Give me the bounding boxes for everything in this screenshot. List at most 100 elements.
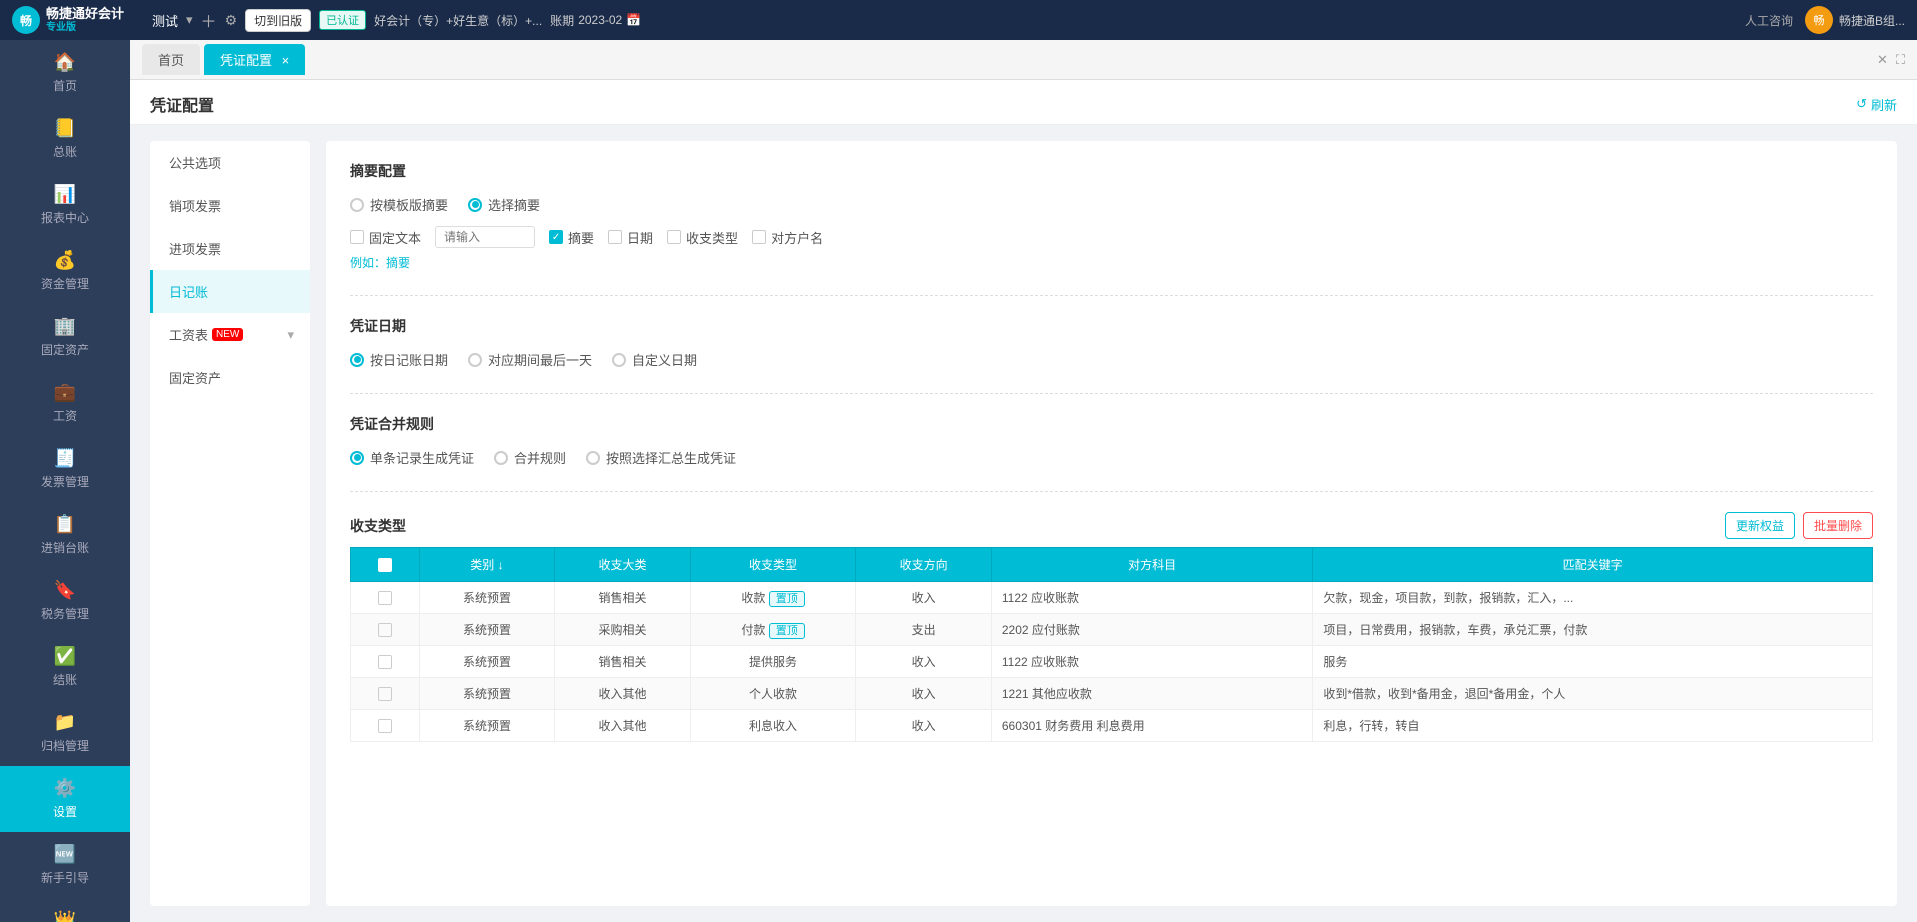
sidebar-item-guide[interactable]: 🆕 新手引导 — [0, 832, 130, 898]
row-direction-4: 收入 — [856, 678, 992, 710]
config-menu-payroll[interactable]: 工资表 NEW ▾ — [150, 313, 310, 356]
row-direction-1: 收入 — [856, 582, 992, 614]
add-icon[interactable]: ＋ — [201, 8, 217, 32]
col-checkbox[interactable] — [351, 548, 420, 582]
col-direction: 收支方向 — [856, 548, 992, 582]
row-category-3: 系统预置 — [419, 646, 555, 678]
config-left-menu: 公共选项 销项发票 进项发票 日记账 工资表 NEW ▾ 固定资产 — [150, 141, 310, 906]
row-checkbox-4[interactable] — [351, 678, 420, 710]
voucher-date-section: 凭证日期 按日记账日期 对应期间最后一天 — [350, 316, 1873, 369]
row-keywords-2: 项目，日常费用，报销款，车费，承兑汇票，付款 — [1313, 614, 1873, 646]
username: 畅捷通B组... — [1839, 12, 1905, 29]
config-menu-public[interactable]: 公共选项 — [150, 141, 310, 184]
window-expand-icon[interactable]: ⛶ — [1896, 52, 1905, 68]
sidebar-label-asset: 固定资产 — [41, 341, 89, 358]
col-type: 收支类型 — [690, 548, 856, 582]
top-tag-1[interactable]: 置顶 — [769, 591, 805, 607]
date-radio-custom[interactable]: 自定义日期 — [612, 350, 697, 369]
calendar-icon[interactable]: 📅 — [626, 13, 641, 27]
merge-rules-radio-group: 单条记录生成凭证 合并规则 按照选择汇总生成凭证 — [350, 448, 1873, 467]
radio-circle-single — [350, 451, 364, 465]
row-direction-2: 支出 — [856, 614, 992, 646]
sidebar: 🏠 首页 📒 总账 📊 报表中心 💰 资金管理 🏢 固定资产 💼 工资 🧾 发票… — [0, 40, 130, 922]
avatar: 畅 — [1805, 6, 1833, 34]
table-row: 系统预置 销售相关 收款 置顶 收入 1122 应收账款 欠款，现金，项目款，到… — [351, 582, 1873, 614]
sidebar-item-invoice[interactable]: 🧾 发票管理 — [0, 436, 130, 502]
row-checkbox-2[interactable] — [351, 614, 420, 646]
config-menu-fixed-asset[interactable]: 固定资产 — [150, 356, 310, 399]
sidebar-label-settle: 结账 — [53, 671, 77, 688]
checkbox-box-counterpart — [752, 230, 766, 244]
checkbox-fixed-text[interactable]: 固定文本 — [350, 228, 421, 247]
payroll-arrow-icon: ▾ — [287, 327, 294, 343]
switch-version-button[interactable]: 切到旧版 — [245, 9, 311, 32]
sidebar-item-asset[interactable]: 🏢 固定资产 — [0, 304, 130, 370]
row-type-3: 提供服务 — [690, 646, 856, 678]
user-info: 畅 畅捷通B组... — [1805, 6, 1905, 34]
asset-icon: 🏢 — [54, 316, 76, 337]
checkbox-counterpart[interactable]: 对方户名 — [752, 228, 823, 247]
sidebar-item-salary[interactable]: 💼 工资 — [0, 370, 130, 436]
checkbox-summary[interactable]: ✓ 摘要 — [549, 228, 594, 247]
checkbox-date[interactable]: 日期 — [608, 228, 653, 247]
top-bar: 畅 畅捷通好会计 专业版 测试 ▾ ＋ ⚙ 切到旧版 已认证 好会计（专）+好生… — [0, 0, 1917, 40]
sidebar-item-settings[interactable]: ⚙️ 设置 — [0, 766, 130, 832]
checkbox-type[interactable]: 收支类型 — [667, 228, 738, 247]
radio-circle-select — [468, 198, 482, 212]
window-close-icon[interactable]: ✕ — [1877, 52, 1888, 68]
sidebar-item-settle[interactable]: ✅ 结账 — [0, 634, 130, 700]
batch-delete-button[interactable]: 批量删除 — [1803, 512, 1873, 539]
date-radio-journal[interactable]: 按日记账日期 — [350, 350, 448, 369]
merge-radio-summary[interactable]: 按照选择汇总生成凭证 — [586, 448, 736, 467]
config-menu-journal[interactable]: 日记账 — [150, 270, 310, 313]
tab-voucher-config[interactable]: 凭证配置 × — [204, 44, 305, 75]
row-major-1: 销售相关 — [555, 582, 691, 614]
product-tags: 好会计（专）+好生意（标）+... — [374, 12, 542, 29]
tab-home[interactable]: 首页 — [142, 44, 200, 75]
row-checkbox-5[interactable] — [351, 710, 420, 742]
row-account-5: 660301 财务费用 利息费用 — [991, 710, 1312, 742]
top-right: 人工咨询 畅 畅捷通B组... — [1745, 6, 1905, 34]
refresh-button[interactable]: ↺ 刷新 — [1856, 95, 1897, 114]
sidebar-item-archive[interactable]: 📁 归档管理 — [0, 700, 130, 766]
top-tag-2[interactable]: 置顶 — [769, 623, 805, 639]
select-all-checkbox[interactable] — [378, 558, 392, 572]
sidebar-item-home[interactable]: 🏠 首页 — [0, 40, 130, 106]
update-button[interactable]: 更新权益 — [1725, 512, 1795, 539]
summary-checkbox-row: 固定文本 ✓ 摘要 日期 — [350, 226, 1873, 248]
summary-radio-select[interactable]: 选择摘要 — [468, 195, 540, 214]
merge-radio-single[interactable]: 单条记录生成凭证 — [350, 448, 474, 467]
summary-radio-template[interactable]: 按模板版摘要 — [350, 195, 448, 214]
voucher-date-radio-group: 按日记账日期 对应期间最后一天 自定义日期 — [350, 350, 1873, 369]
merge-radio-merge[interactable]: 合并规则 — [494, 448, 566, 467]
sidebar-item-ledger[interactable]: 📒 总账 — [0, 106, 130, 172]
sidebar-item-capital[interactable]: 💰 资金管理 — [0, 238, 130, 304]
config-menu-sales-invoice[interactable]: 销项发票 — [150, 184, 310, 227]
sidebar-item-sales[interactable]: 📋 进销台账 — [0, 502, 130, 568]
consultation-link[interactable]: 人工咨询 — [1745, 12, 1793, 29]
checkbox-box-type — [667, 230, 681, 244]
row-checkbox-3[interactable] — [351, 646, 420, 678]
sidebar-item-tax[interactable]: 🔖 税务管理 — [0, 568, 130, 634]
voucher-date-title: 凭证日期 — [350, 316, 1873, 336]
gear-icon[interactable]: ⚙ — [225, 12, 238, 29]
row-checkbox-1[interactable] — [351, 582, 420, 614]
divider-1 — [350, 295, 1873, 296]
row-keywords-4: 收到*借款，收到*备用金，退回*备用金，个人 — [1313, 678, 1873, 710]
sidebar-label-ledger: 总账 — [53, 143, 77, 160]
dropdown-arrow-icon[interactable]: ▾ — [186, 12, 193, 28]
certified-tag: 已认证 — [319, 10, 366, 30]
archive-icon: 📁 — [54, 712, 76, 733]
sidebar-item-report[interactable]: 📊 报表中心 — [0, 172, 130, 238]
date-radio-period-last[interactable]: 对应期间最后一天 — [468, 350, 592, 369]
col-category: 类别 ↓ — [419, 548, 555, 582]
member-icon: 👑 — [54, 910, 76, 922]
config-menu-purchase-invoice[interactable]: 进项发票 — [150, 227, 310, 270]
sidebar-label-report: 报表中心 — [41, 209, 89, 226]
tab-close-icon[interactable]: × — [282, 53, 290, 68]
fixed-text-input[interactable] — [435, 226, 535, 248]
sidebar-item-member[interactable]: 👑 畅会员 — [0, 898, 130, 922]
capital-icon: 💰 — [54, 250, 76, 271]
tab-bar: 首页 凭证配置 × ✕ ⛶ — [130, 40, 1917, 80]
summary-radio-group: 按模板版摘要 选择摘要 — [350, 195, 1873, 214]
